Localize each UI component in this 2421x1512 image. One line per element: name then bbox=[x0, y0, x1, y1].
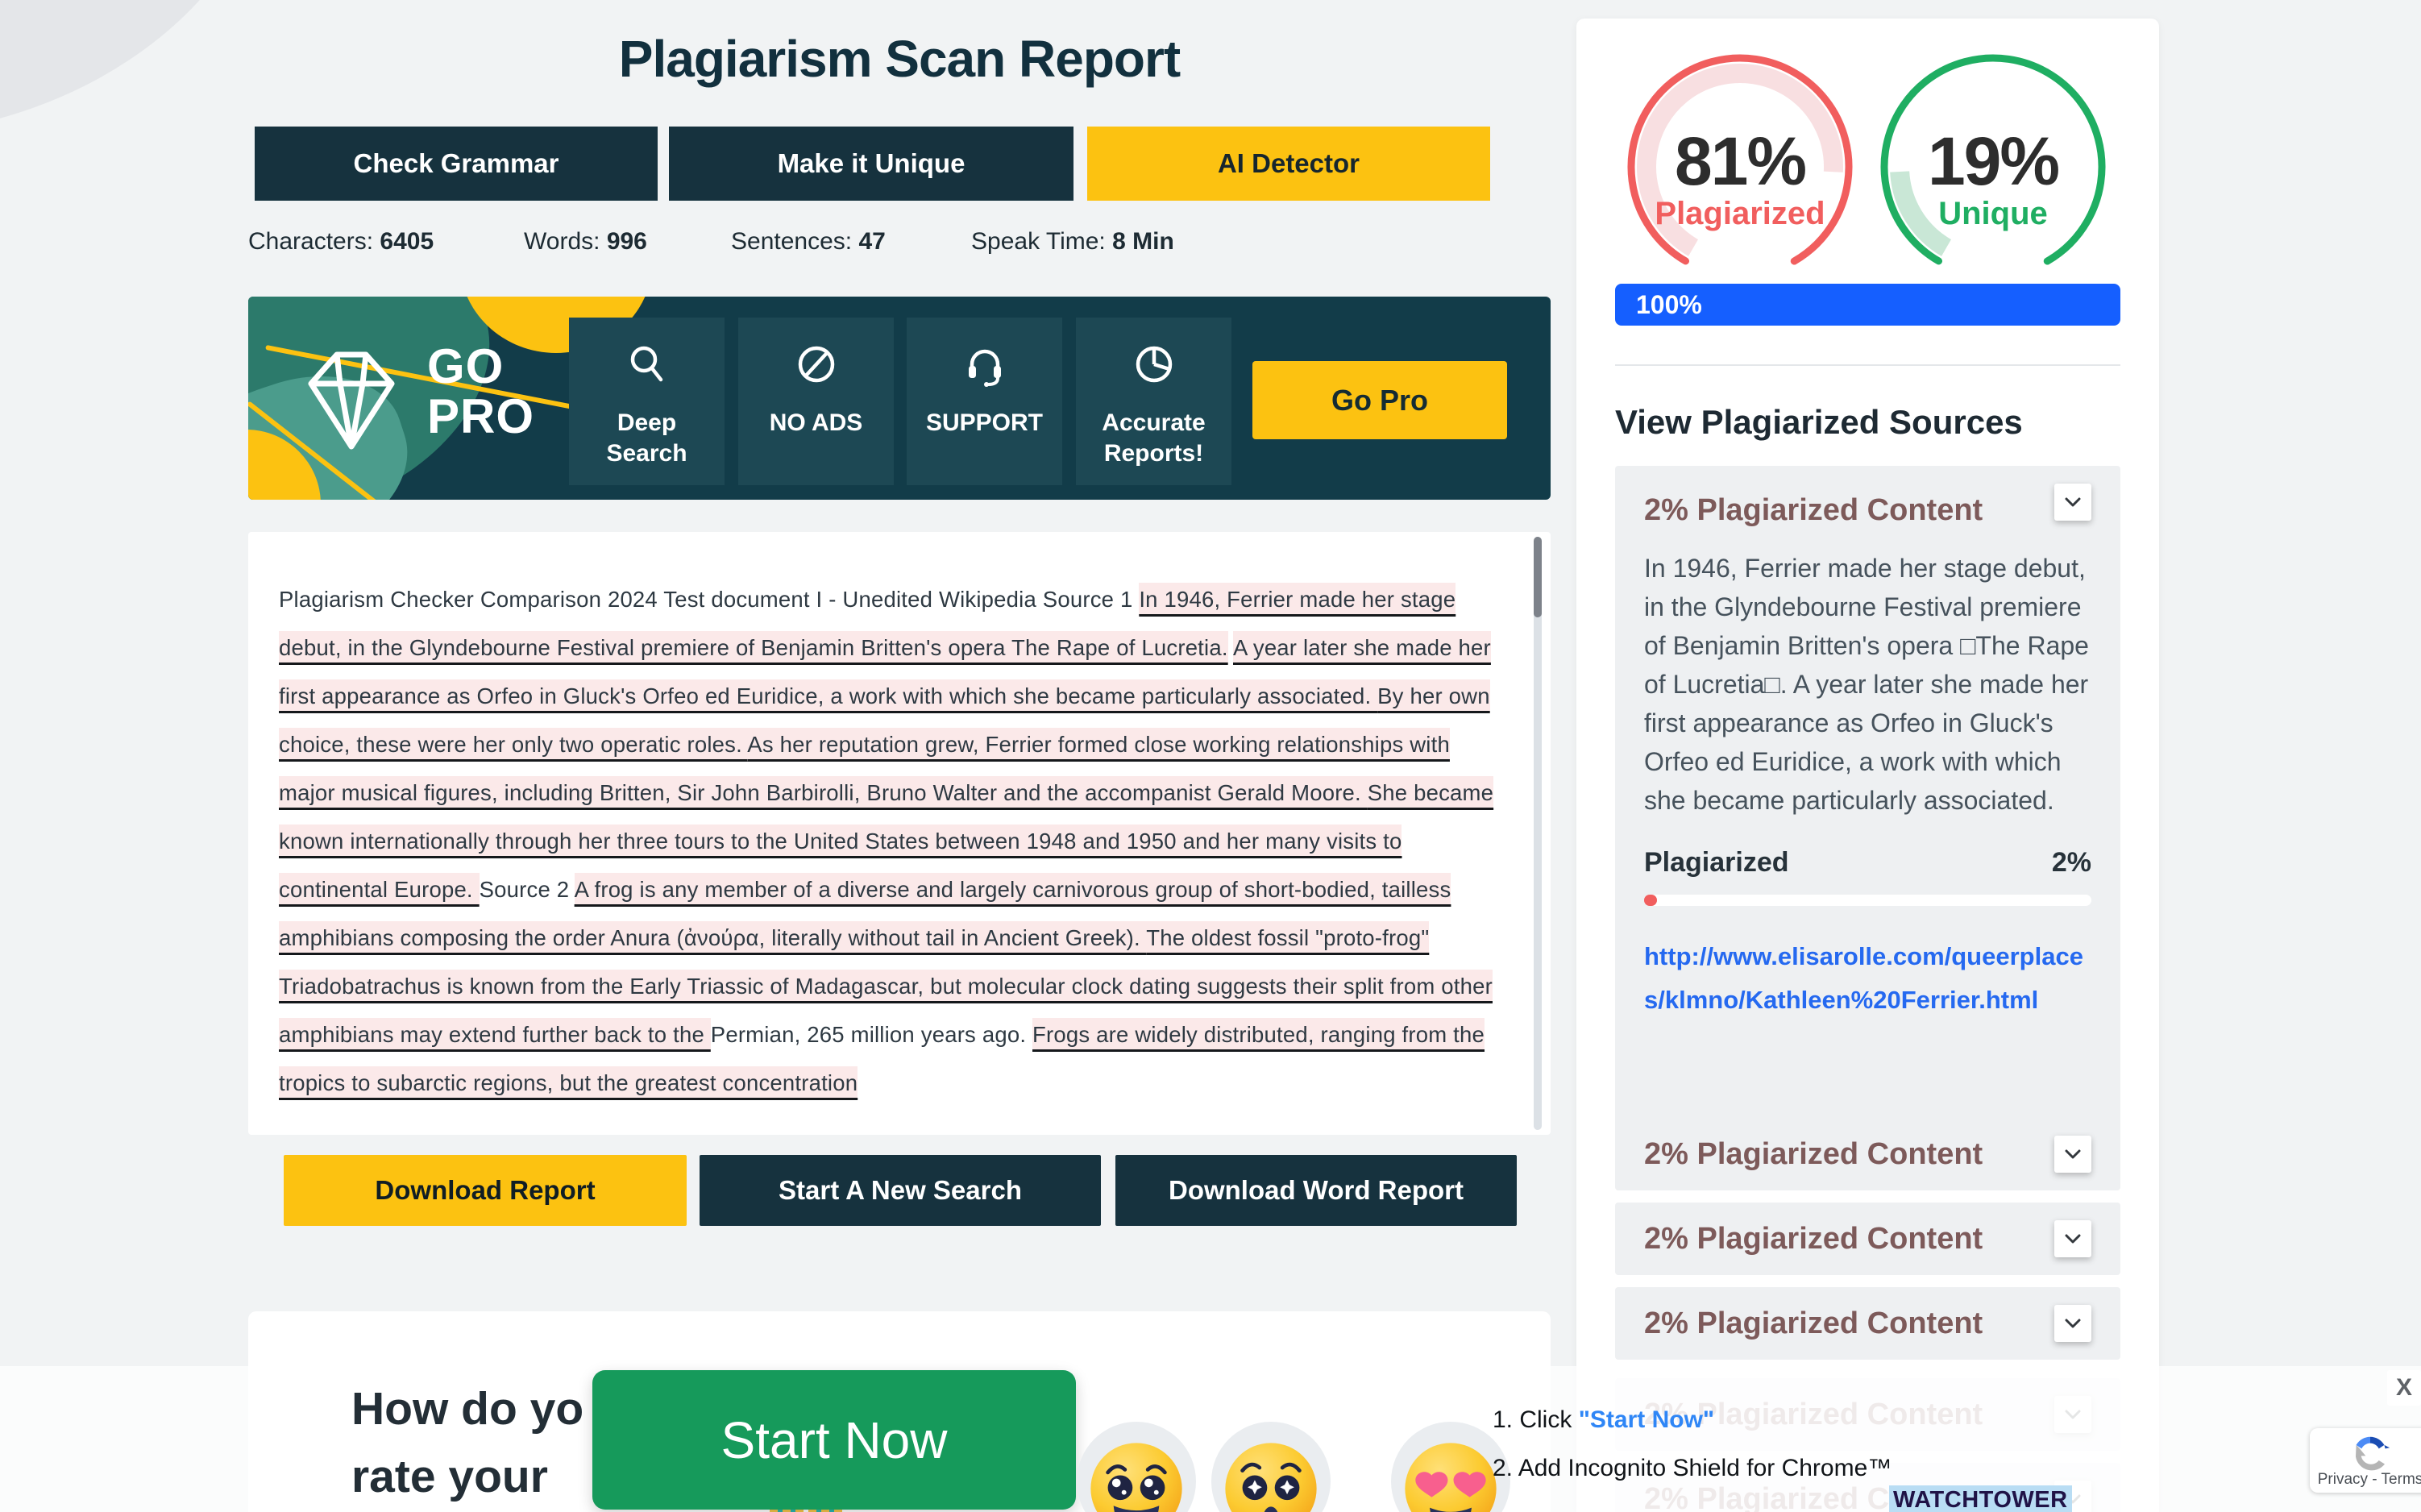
source-link[interactable]: http://www.elisarolle.com/queerplaces/kl… bbox=[1644, 935, 2091, 1022]
search-icon bbox=[625, 342, 670, 387]
stat-speak-time: Speak Time: 8 Min bbox=[971, 228, 1174, 255]
divider bbox=[1615, 364, 2120, 366]
headset-icon bbox=[962, 342, 1007, 387]
instruction-line: 2. Add Incognito Shield for Chrome™ bbox=[1493, 1444, 1892, 1493]
watchtower-logo: WATCHTOWER bbox=[1889, 1485, 2072, 1512]
feature-accurate-reports: Accurate Reports! bbox=[1076, 318, 1231, 485]
heart-eyes-emoji-icon[interactable] bbox=[1403, 1441, 1498, 1512]
source-card-collapsed: 2% Plagiarized Content bbox=[1615, 1118, 2120, 1190]
go-pro-button[interactable]: Go Pro bbox=[1252, 361, 1507, 439]
rating-heading-line1: How do yo bbox=[351, 1382, 583, 1435]
start-now-link[interactable]: "Start Now" bbox=[1579, 1406, 1714, 1433]
promo-instructions: 1. Click "Start Now" 2. Add Incognito Sh… bbox=[1493, 1396, 1892, 1493]
source-card-title: 2% Plagiarized Content bbox=[1644, 1137, 1983, 1172]
instruction-line: 1. Click "Start Now" bbox=[1493, 1396, 1892, 1444]
expand-card-button[interactable] bbox=[2054, 1220, 2091, 1257]
pie-chart-icon bbox=[1132, 342, 1177, 387]
start-new-search-button[interactable]: Start A New Search bbox=[700, 1155, 1101, 1226]
source-card-collapsed: 2% Plagiarized Content bbox=[1615, 1287, 2120, 1360]
corner-decoration bbox=[0, 0, 282, 137]
astonished-emoji-icon[interactable] bbox=[1223, 1441, 1318, 1512]
feature-support: SUPPORT bbox=[907, 318, 1062, 485]
tab-check-grammar[interactable]: Check Grammar bbox=[255, 127, 658, 201]
recaptcha-badge: Privacy - Terms bbox=[2310, 1428, 2421, 1493]
plagiarized-percentage: 81% bbox=[1627, 123, 1853, 201]
source-card-title: 2% Plagiarized Content bbox=[1644, 493, 2091, 528]
source-card-title: 2% Plagiarized Content bbox=[1644, 1222, 1983, 1257]
source-card-collapsed: 2% Plagiarized Content bbox=[1615, 1203, 2120, 1275]
scanned-document-panel: Plagiarism Checker Comparison 2024 Test … bbox=[248, 532, 1551, 1135]
source-match-bar bbox=[1644, 895, 2091, 906]
plagiarized-label: Plagiarized bbox=[1627, 196, 1853, 232]
unique-percentage: 19% bbox=[1880, 123, 2106, 201]
source-card-expanded: 2% Plagiarized Content In 1946, Ferrier … bbox=[1615, 466, 2120, 1125]
rating-heading-line2: rate your bbox=[351, 1450, 548, 1503]
stat-characters: Characters: 6405 bbox=[248, 228, 434, 255]
source-bar-value: 2% bbox=[2052, 847, 2091, 879]
collapse-card-button[interactable] bbox=[2054, 484, 2091, 521]
chevron-down-icon bbox=[2065, 1319, 2081, 1328]
source-card-title: 2% Plagiarized Content bbox=[1644, 1306, 1983, 1341]
scanned-document-text: Plagiarism Checker Comparison 2024 Test … bbox=[279, 575, 1510, 1135]
excited-emoji-icon[interactable] bbox=[1089, 1441, 1184, 1512]
expand-card-button[interactable] bbox=[2054, 1136, 2091, 1173]
sources-heading: View Plagiarized Sources bbox=[1615, 403, 2023, 442]
recaptcha-privacy-terms[interactable]: Privacy - Terms bbox=[2310, 1471, 2421, 1489]
tab-make-it-unique[interactable]: Make it Unique bbox=[669, 127, 1073, 201]
scrollbar-track[interactable] bbox=[1534, 537, 1542, 1130]
feature-label: NO ADS bbox=[762, 408, 871, 438]
start-now-button[interactable]: Start Now bbox=[592, 1370, 1076, 1510]
tab-label: Check Grammar bbox=[354, 148, 559, 179]
chevron-down-icon bbox=[2065, 1234, 2081, 1244]
unique-label: Unique bbox=[1880, 196, 2106, 232]
progress-value: 100% bbox=[1636, 290, 1702, 319]
feature-label: Deep Search bbox=[569, 408, 725, 469]
feature-label: SUPPORT bbox=[918, 408, 1051, 438]
scan-progress-bar: 100% bbox=[1615, 284, 2120, 326]
chevron-down-icon bbox=[2065, 1149, 2081, 1159]
plain-text: Permian, 265 million years ago. bbox=[711, 1022, 1032, 1047]
source-match-fill bbox=[1644, 895, 1657, 906]
stat-words: Words: 996 bbox=[524, 228, 647, 255]
go-pro-banner: GO PRO Deep Search NO ADS bbox=[248, 297, 1551, 500]
recaptcha-icon bbox=[2348, 1431, 2392, 1475]
tab-ai-detector[interactable]: AI Detector bbox=[1087, 127, 1490, 201]
scrollbar-thumb[interactable] bbox=[1534, 537, 1542, 617]
stat-sentences: Sentences: 47 bbox=[731, 228, 886, 255]
source-bar-label: Plagiarized bbox=[1644, 847, 1789, 879]
plain-text: Plagiarism Checker Comparison 2024 Test … bbox=[279, 587, 1139, 612]
download-word-report-button[interactable]: Download Word Report bbox=[1115, 1155, 1517, 1226]
go-pro-logo-text: GO PRO bbox=[427, 342, 534, 442]
no-ads-icon bbox=[794, 342, 839, 387]
tab-label: AI Detector bbox=[1218, 148, 1360, 179]
plagiarism-report-page: Plagiarism Scan Report Check Grammar Mak… bbox=[0, 0, 2421, 1512]
chevron-down-icon bbox=[2065, 497, 2081, 507]
tab-label: Make it Unique bbox=[778, 148, 965, 179]
download-report-button[interactable]: Download Report bbox=[284, 1155, 687, 1226]
feature-no-ads: NO ADS bbox=[738, 318, 894, 485]
expand-card-button[interactable] bbox=[2054, 1305, 2091, 1342]
source-excerpt: In 1946, Ferrier made her stage debut, i… bbox=[1644, 549, 2091, 820]
close-icon[interactable]: X bbox=[2387, 1370, 2421, 1406]
diamond-icon bbox=[287, 335, 416, 461]
page-title: Plagiarism Scan Report bbox=[248, 29, 1551, 89]
plain-text: Source 2 bbox=[480, 877, 575, 902]
feature-label: Accurate Reports! bbox=[1076, 408, 1231, 469]
feature-deep-search: Deep Search bbox=[569, 318, 725, 485]
